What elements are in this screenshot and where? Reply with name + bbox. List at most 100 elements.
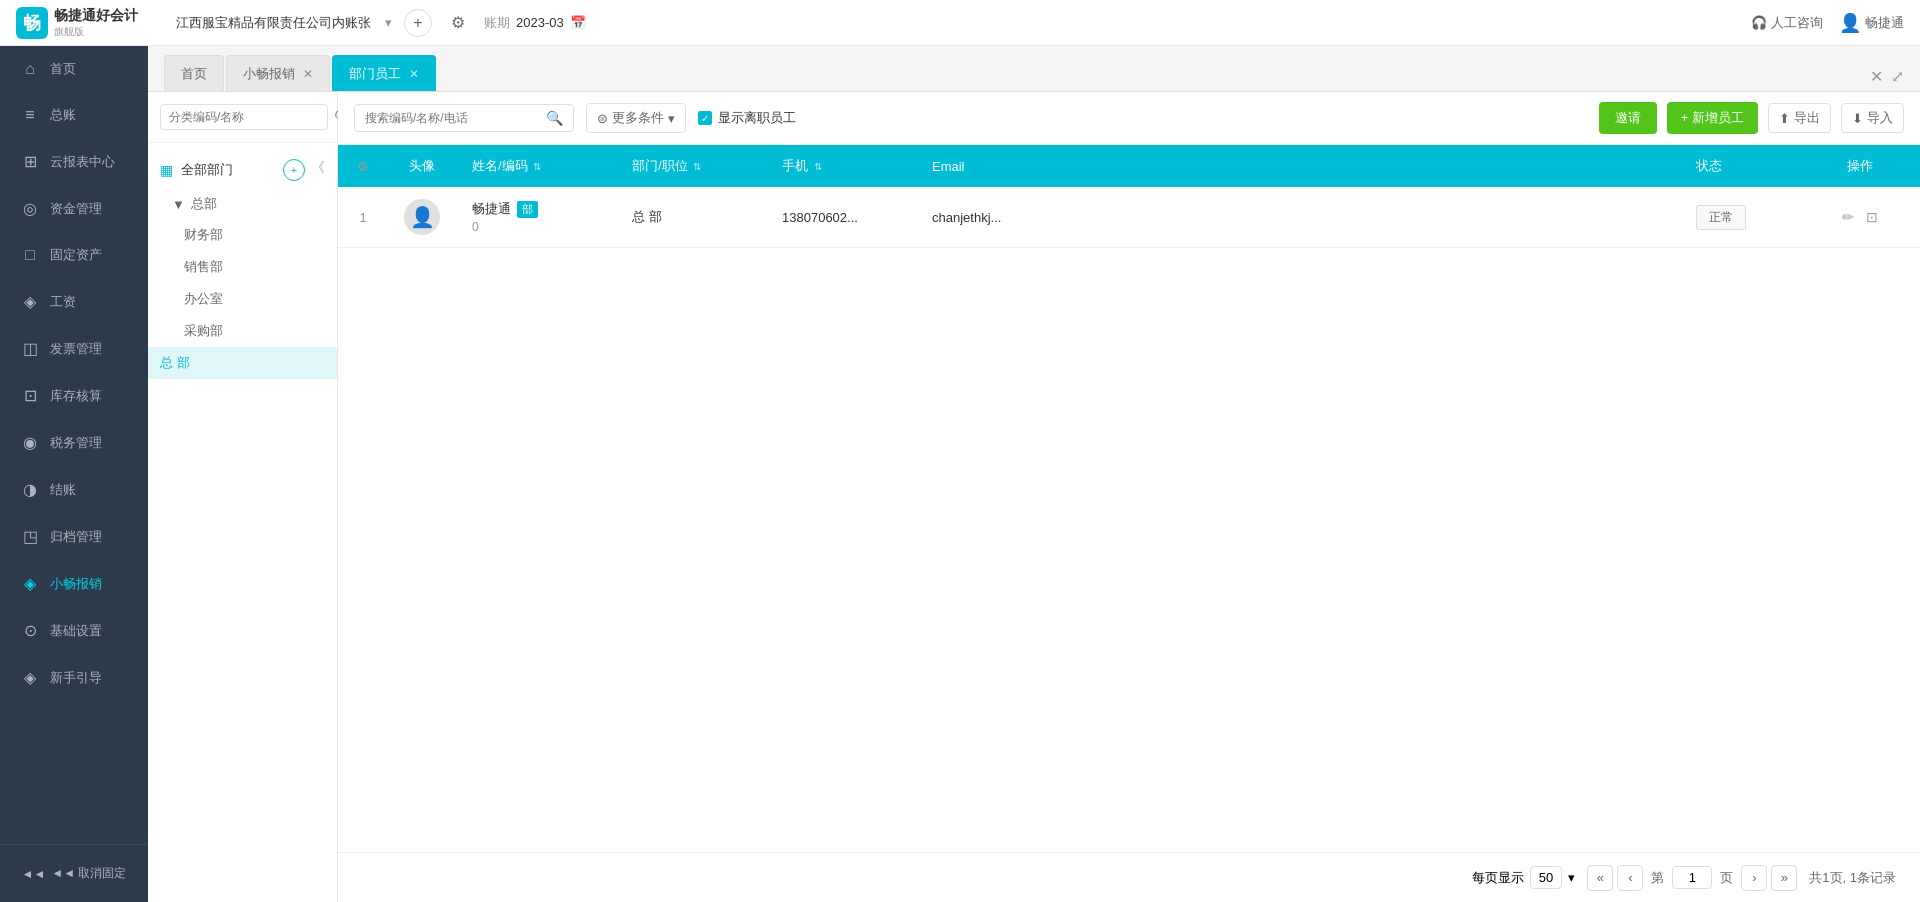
person-icon: 👤 bbox=[410, 205, 435, 229]
sidebar-item-basic[interactable]: ⊙ 基础设置 bbox=[0, 607, 148, 654]
sidebar-item-assets[interactable]: □ 固定资产 bbox=[0, 232, 148, 278]
sidebar-item-inventory[interactable]: ⊡ 库存核算 bbox=[0, 372, 148, 419]
sidebar-item-label: 云报表中心 bbox=[50, 153, 115, 171]
sidebar: ⌂ 首页 ≡ 总账 ⊞ 云报表中心 ◎ 资金管理 □ 固定资产 ◈ 工资 ◫ 发… bbox=[0, 46, 148, 902]
avatar-icon: 👤 bbox=[1839, 12, 1861, 34]
col-header-name[interactable]: 姓名/编码 ⇅ bbox=[456, 145, 616, 187]
tab-home-label: 首页 bbox=[181, 65, 207, 83]
add-employee-button[interactable]: + 新增员工 bbox=[1667, 102, 1758, 134]
sidebar-item-label: 工资 bbox=[50, 293, 76, 311]
sidebar-item-newguide[interactable]: ◈ 新手引导 bbox=[0, 654, 148, 701]
tax-icon: ◉ bbox=[20, 433, 40, 452]
sidebar-item-label: 固定资产 bbox=[50, 246, 102, 264]
sidebar-item-settle[interactable]: ◑ 结账 bbox=[0, 466, 148, 513]
dept-search-input[interactable] bbox=[160, 104, 328, 130]
salary-icon: ◈ bbox=[20, 292, 40, 311]
user-button[interactable]: 👤 畅捷通 bbox=[1839, 12, 1904, 34]
add-company-button[interactable]: + bbox=[404, 9, 432, 37]
col-header-phone[interactable]: 手机 ⇅ bbox=[766, 145, 916, 187]
sidebar-item-capital[interactable]: ◎ 资金管理 bbox=[0, 185, 148, 232]
company-name[interactable]: 江西服宝精品有限责任公司内账张 bbox=[176, 14, 371, 32]
tab-dept-employee-close[interactable]: ✕ bbox=[409, 67, 419, 81]
sidebar-item-label: 库存核算 bbox=[50, 387, 102, 405]
sidebar-item-reports[interactable]: ⊞ 云报表中心 bbox=[0, 138, 148, 185]
filter-button[interactable]: ⊜ 更多条件 ▾ bbox=[586, 103, 686, 133]
cell-phone: 138070602... bbox=[766, 187, 916, 248]
page-size-dropdown-icon[interactable]: ▾ bbox=[1568, 870, 1575, 885]
tab-dept-employee[interactable]: 部门员工 ✕ bbox=[332, 55, 436, 91]
period-value[interactable]: 2023-03 bbox=[516, 15, 564, 30]
search-icon[interactable]: 🔍 bbox=[546, 110, 563, 126]
last-page-button[interactable]: » bbox=[1771, 865, 1797, 891]
status-badge: 正常 bbox=[1696, 205, 1746, 230]
close-window-icon[interactable]: ✕ bbox=[1870, 67, 1883, 86]
export-button[interactable]: ⬆ 导出 bbox=[1768, 103, 1831, 133]
page-size-value[interactable]: 50 bbox=[1530, 866, 1562, 889]
settings-icon: ⚙ bbox=[357, 159, 369, 174]
sidebar-item-xiaochang[interactable]: ◈ 小畅报销 bbox=[0, 560, 148, 607]
sidebar-item-salary[interactable]: ◈ 工资 bbox=[0, 278, 148, 325]
dept-panel: 🔍 ▦ 全部部门 + 《 ▼ 总部 bbox=[148, 92, 338, 902]
all-dept-item[interactable]: ▦ 全部部门 + 《 bbox=[148, 151, 337, 189]
sidebar-item-home[interactable]: ⌂ 首页 bbox=[0, 46, 148, 92]
invite-button[interactable]: 邀请 bbox=[1599, 102, 1657, 134]
sidebar-item-label: 资金管理 bbox=[50, 200, 102, 218]
dept-leaf-office[interactable]: 办公室 bbox=[148, 283, 337, 315]
add-dept-button[interactable]: + bbox=[283, 159, 305, 181]
cancel-fixed-button[interactable]: ◄◄ ◄◄ 取消固定 bbox=[12, 857, 136, 890]
tab-home[interactable]: 首页 bbox=[164, 55, 224, 91]
next-page-button[interactable]: › bbox=[1741, 865, 1767, 891]
table-row: 1 👤 畅捷通 部 0 总 部 138070602... chanjethkj.… bbox=[338, 187, 1920, 248]
sidebar-item-label: 归档管理 bbox=[50, 528, 102, 546]
page-nav: « ‹ 第 页 › » bbox=[1587, 865, 1797, 891]
archive-icon: ◳ bbox=[20, 527, 40, 546]
sidebar-item-archive[interactable]: ◳ 归档管理 bbox=[0, 513, 148, 560]
tab-xiaochang[interactable]: 小畅报销 ✕ bbox=[226, 55, 330, 91]
sidebar-item-ledger[interactable]: ≡ 总账 bbox=[0, 92, 148, 138]
inventory-icon: ⊡ bbox=[20, 386, 40, 405]
settings-icon[interactable]: ⚙ bbox=[444, 9, 472, 37]
tab-xiaochang-close[interactable]: ✕ bbox=[303, 67, 313, 81]
content-area: 首页 小畅报销 ✕ 部门员工 ✕ ✕ ⤢ 🔍 bbox=[148, 46, 1920, 902]
expand-icon[interactable]: ⤢ bbox=[1891, 67, 1904, 86]
page-word: 页 bbox=[1716, 869, 1737, 887]
top-bar-actions: 🎧 人工咨询 👤 畅捷通 bbox=[1751, 12, 1904, 34]
tab-dept-employee-label: 部门员工 bbox=[349, 65, 401, 83]
calendar-icon[interactable]: 📅 bbox=[570, 15, 586, 30]
logout-button[interactable]: ⊡ bbox=[1866, 209, 1878, 225]
dropdown-icon[interactable]: ▾ bbox=[385, 15, 392, 30]
dept-leaf-label: 采购部 bbox=[184, 323, 223, 338]
dept-leaf-label: 办公室 bbox=[184, 291, 223, 306]
show-resigned-toggle[interactable]: ✓ 显示离职员工 bbox=[698, 109, 796, 127]
search-input[interactable] bbox=[365, 111, 540, 125]
col-header-dept[interactable]: 部门/职位 ⇅ bbox=[616, 145, 766, 187]
dept-all-actions: + 《 bbox=[283, 159, 325, 181]
xiaochang-icon: ◈ bbox=[20, 574, 40, 593]
dept-leaf-purchase[interactable]: 采购部 bbox=[148, 315, 337, 347]
sidebar-item-label: 结账 bbox=[50, 481, 76, 499]
import-button[interactable]: ⬇ 导入 bbox=[1841, 103, 1904, 133]
sidebar-item-invoice[interactable]: ◫ 发票管理 bbox=[0, 325, 148, 372]
dept-leaf-sales[interactable]: 销售部 bbox=[148, 251, 337, 283]
account-period: 账期 2023-03 📅 bbox=[484, 14, 586, 32]
dept-leaf-general-all[interactable]: 总 部 bbox=[148, 347, 337, 379]
pagination: 每页显示 50 ▾ « ‹ 第 页 › » 共1页, 1条记录 bbox=[338, 852, 1920, 902]
edit-button[interactable]: ✏ bbox=[1842, 209, 1854, 225]
dept-leaf-finance[interactable]: 财务部 bbox=[148, 219, 337, 251]
col-header-settings[interactable]: ⚙ bbox=[338, 145, 388, 187]
sidebar-item-tax[interactable]: ◉ 税务管理 bbox=[0, 419, 148, 466]
prev-page-button[interactable]: ‹ bbox=[1617, 865, 1643, 891]
cell-avatar: 👤 bbox=[388, 187, 456, 248]
first-page-button[interactable]: « bbox=[1587, 865, 1613, 891]
logo-title: 畅捷通好会计 bbox=[54, 7, 138, 25]
consult-button[interactable]: 🎧 人工咨询 bbox=[1751, 14, 1823, 32]
newguide-icon: ◈ bbox=[20, 668, 40, 687]
sidebar-bottom: ◄◄ ◄◄ 取消固定 bbox=[0, 844, 148, 902]
cell-num: 1 bbox=[338, 187, 388, 248]
collapse-icon[interactable]: 《 bbox=[311, 159, 325, 181]
cell-dept: 总 部 bbox=[616, 187, 766, 248]
assets-icon: □ bbox=[20, 246, 40, 264]
page-input[interactable] bbox=[1672, 866, 1712, 889]
top-bar: 畅 畅捷通好会计 旗舰版 江西服宝精品有限责任公司内账张 ▾ + ⚙ 账期 20… bbox=[0, 0, 1920, 46]
dept-group-general[interactable]: ▼ 总部 bbox=[148, 189, 337, 219]
